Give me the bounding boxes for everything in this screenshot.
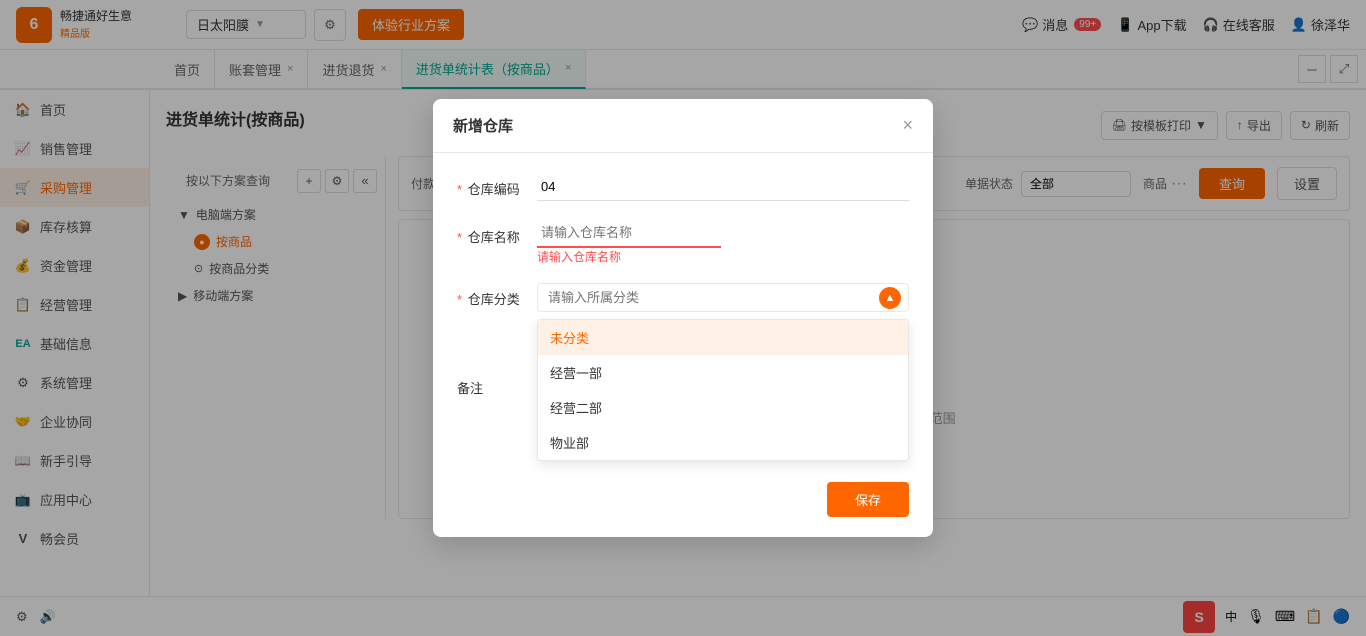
warehouse-code-input[interactable]: [537, 173, 909, 201]
modal-footer: 保存: [433, 470, 933, 537]
warehouse-name-error: 请输入仓库名称: [537, 248, 621, 265]
code-required-star: *: [457, 182, 462, 197]
category-option-property[interactable]: 物业部: [538, 425, 908, 460]
modal-title: 新增仓库: [453, 115, 513, 136]
warehouse-category-input[interactable]: [537, 283, 909, 312]
category-dropdown-list: 未分类 经营一部 经营二部 物业部: [537, 319, 909, 461]
category-option-unclassified[interactable]: 未分类: [538, 320, 908, 355]
warehouse-name-label: * 仓库名称: [457, 221, 537, 246]
warehouse-code-row: * 仓库编码: [457, 173, 909, 201]
chevron-up-icon: ▲: [885, 292, 896, 304]
modal-save-button[interactable]: 保存: [827, 482, 909, 517]
warehouse-category-wrap: ▲ 未分类 经营一部 经营二部 物业部: [537, 283, 909, 312]
warehouse-name-row: * 仓库名称 请输入仓库名称: [457, 219, 909, 265]
name-required-star: *: [457, 230, 462, 245]
warehouse-code-label: * 仓库编码: [457, 173, 537, 198]
modal-overlay[interactable]: 新增仓库 × * 仓库编码 * 仓库名称: [0, 0, 1366, 636]
modal-header: 新增仓库 ×: [433, 99, 933, 153]
cat-required-star: *: [457, 292, 462, 307]
category-option-dept1[interactable]: 经营一部: [538, 355, 908, 390]
category-option-dept2[interactable]: 经营二部: [538, 390, 908, 425]
new-warehouse-modal: 新增仓库 × * 仓库编码 * 仓库名称: [433, 99, 933, 537]
modal-close-button[interactable]: ×: [902, 115, 913, 136]
warehouse-name-input[interactable]: [537, 219, 721, 248]
warehouse-name-field-row: * 仓库名称: [457, 219, 721, 248]
warehouse-category-label: * 仓库分类: [457, 283, 537, 308]
warehouse-category-row: * 仓库分类 ▲ 未分类 经营一部 经营二部 物业部: [457, 283, 909, 312]
modal-body: * 仓库编码 * 仓库名称 请输入仓库名称: [433, 153, 933, 470]
category-dropdown-toggle[interactable]: ▲: [879, 287, 901, 309]
warehouse-notes-label: 备注: [457, 372, 537, 397]
